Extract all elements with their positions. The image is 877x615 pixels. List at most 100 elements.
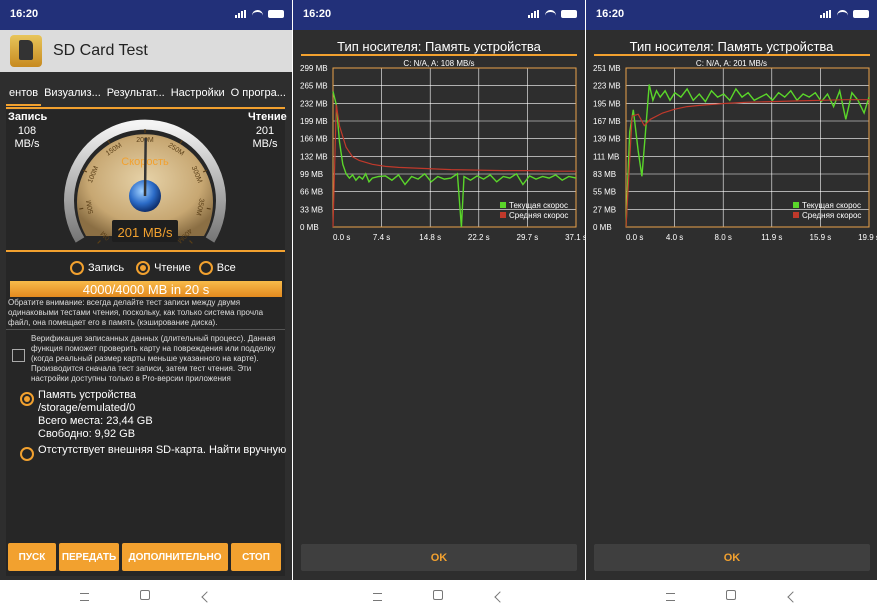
- chart-y-tick: 55 MB: [593, 188, 616, 197]
- start-button[interactable]: ПУСК: [8, 543, 56, 571]
- signal-icon: [820, 10, 832, 18]
- chart-y-tick: 0 MB: [300, 223, 319, 232]
- tab-results[interactable]: Результат...: [104, 84, 168, 106]
- speed-chart: 251 MB 223 MB 195 MB 167 MB 139 MB 111 MB 83 M…: [593, 64, 877, 242]
- app-bar: SD Card Test: [0, 30, 292, 72]
- mode-write-label: Запись: [88, 262, 125, 274]
- menu-icon[interactable]: [373, 590, 387, 604]
- chart-x-tick: 15.9 s: [810, 233, 832, 242]
- chart-y-tick: 27 MB: [593, 205, 616, 214]
- progress-text: 4000/4000 MB in 20 s: [82, 282, 210, 297]
- gauge-divider: [6, 250, 285, 252]
- write-label: Запись: [8, 111, 48, 123]
- verify-text: Верификация записанных данных (длительны…: [31, 334, 276, 383]
- note-divider: [6, 329, 285, 330]
- menu-icon[interactable]: [666, 590, 680, 604]
- chart-x-tick: 14.8 s: [419, 233, 441, 242]
- tab-visualization[interactable]: Визуализ...: [41, 84, 104, 106]
- write-value: 108: [17, 125, 37, 137]
- chart-title-divider: [594, 54, 870, 56]
- storage-name: Память устройства: [38, 389, 137, 401]
- mode-all-radio[interactable]: [198, 261, 213, 275]
- read-label: Чтение: [248, 111, 287, 123]
- chart-title: Тип носителя: Память устройства: [337, 39, 541, 54]
- tab-elements[interactable]: ентов: [6, 84, 42, 106]
- menu-icon[interactable]: [80, 590, 94, 604]
- chart-y-tick: 99 MB: [300, 170, 323, 179]
- battery-icon: [853, 10, 869, 18]
- chart-y-tick: 166 MB: [300, 135, 328, 144]
- battery-icon: [561, 10, 577, 18]
- tab-about[interactable]: О програ...: [228, 84, 285, 106]
- gauge-svg: 0M50M100M150M200M250M300M350M400M Скорос…: [64, 119, 226, 244]
- tab-settings[interactable]: Настройки: [168, 84, 228, 106]
- chart-title: Тип носителя: Память устройства: [629, 39, 834, 54]
- chart-y-tick: 33 MB: [300, 205, 323, 214]
- nav-bar: [0, 580, 292, 615]
- storage-total: Всего места: 23,44 GB: [38, 415, 153, 427]
- status-bar: 16:20: [0, 0, 292, 30]
- chart-title-divider: [301, 54, 577, 56]
- share-button[interactable]: ПЕРЕДАТЬ: [59, 543, 119, 571]
- legend-label: Средняя скорос: [509, 211, 568, 220]
- verify-checkbox[interactable]: [12, 349, 25, 362]
- status-time: 16:20: [303, 8, 332, 20]
- chart-x-tick: 8.0 s: [715, 233, 732, 242]
- phone-read-chart: 16:20 Тип носителя: Память устройства C:…: [586, 0, 877, 615]
- legend-swatch: [793, 212, 799, 218]
- storage-device-radio[interactable]: [20, 392, 34, 406]
- gauge-tick-mark: [107, 139, 111, 144]
- chart-y-tick: 195 MB: [593, 99, 621, 108]
- status-time: 16:20: [10, 8, 39, 20]
- signal-icon: [235, 10, 247, 18]
- chart-y-tick: 167 MB: [593, 117, 621, 126]
- chart-y-tick: 199 MB: [300, 117, 328, 126]
- app-title: SD Card Test: [53, 42, 148, 59]
- chart-y-tick: 232 MB: [300, 99, 328, 108]
- back-icon[interactable]: [787, 590, 803, 604]
- read-value: 201: [255, 125, 275, 137]
- chart-x-tick: 37.1 s: [565, 233, 585, 242]
- home-icon[interactable]: [433, 590, 447, 604]
- chart-x-tick: 0.0 s: [626, 233, 643, 242]
- chart-y-tick: 111 MB: [593, 152, 619, 161]
- ok-button[interactable]: OK: [301, 544, 577, 571]
- home-icon[interactable]: [726, 590, 740, 604]
- sd-card-icon: [10, 35, 42, 67]
- chart-y-tick: 251 MB: [593, 64, 621, 73]
- chart-x-tick: 7.4 s: [373, 233, 390, 242]
- back-icon[interactable]: [201, 590, 217, 604]
- chart-x-tick: 4.0 s: [666, 233, 683, 242]
- chart-y-tick: 0 MB: [593, 223, 612, 232]
- tab-bar: ентов Визуализ... Результат... Настройки…: [6, 84, 285, 106]
- signal-icon: [528, 10, 540, 18]
- mode-write-radio[interactable]: [70, 261, 84, 275]
- nav-bar: [586, 580, 877, 615]
- progress-bar: 4000/4000 MB in 20 s: [10, 281, 282, 297]
- tab-divider: [6, 107, 285, 109]
- mode-read-radio[interactable]: [136, 261, 151, 275]
- gauge-reading: 201 MB/s: [118, 225, 173, 240]
- home-icon[interactable]: [140, 590, 154, 604]
- legend-label: Текущая скорос: [802, 201, 861, 210]
- gauge-tick-mark: [189, 240, 193, 244]
- storage-free: Свободно: 9,92 GB: [38, 428, 136, 440]
- write-unit: MB/s: [14, 138, 40, 150]
- chart-x-tick: 19.9 s: [858, 233, 877, 242]
- chart-y-tick: 83 MB: [593, 170, 616, 179]
- external-sd-label[interactable]: Отстутствует внешняя SD-карта. Найти вру…: [38, 444, 288, 457]
- ok-button[interactable]: OK: [594, 544, 870, 571]
- gauge-tick-mark: [179, 139, 183, 144]
- status-bar: 16:20: [293, 0, 585, 30]
- back-icon[interactable]: [494, 590, 510, 604]
- external-sd-radio[interactable]: [20, 447, 34, 461]
- cache-note: Обратите внимание: всегда делайте тест з…: [8, 298, 264, 327]
- chart-y-tick: 299 MB: [300, 64, 328, 73]
- gauge-needle: [143, 137, 147, 197]
- chart-x-tick: 0.0 s: [333, 233, 350, 242]
- gauge-tick-mark: [79, 207, 84, 210]
- speed-gauge: 0M50M100M150M200M250M300M350M400M Скорос…: [62, 112, 228, 247]
- stop-button[interactable]: СТОП: [231, 543, 281, 571]
- chart-y-tick: 223 MB: [593, 82, 621, 91]
- more-button[interactable]: ДОПОЛНИТЕЛЬНО: [122, 543, 228, 571]
